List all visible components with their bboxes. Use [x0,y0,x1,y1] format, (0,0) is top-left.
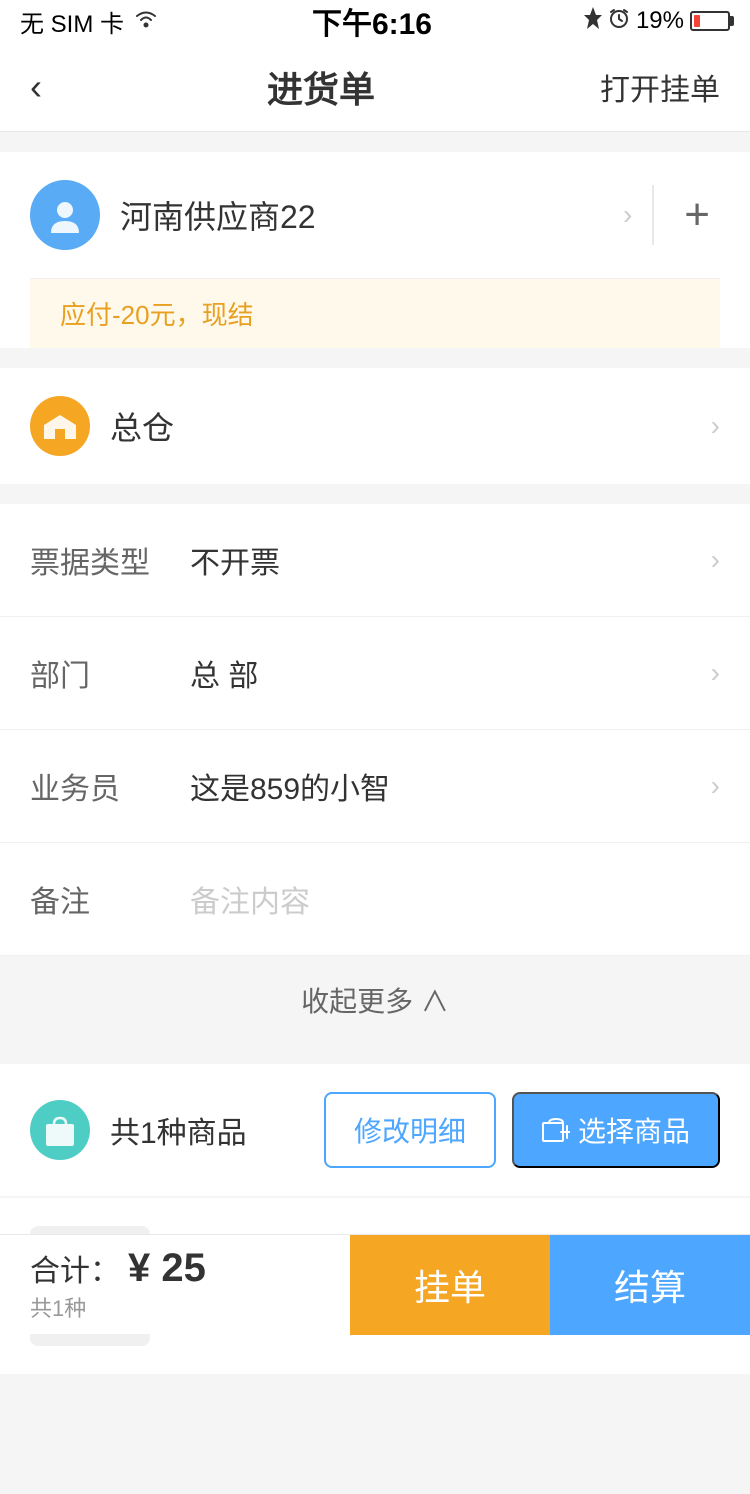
dept-label: 部门 [30,651,170,695]
dept-row[interactable]: 部门 总 部 › [0,617,750,730]
battery-percent: 19% [636,7,684,35]
sales-row[interactable]: 业务员 这是859的小智 › [0,730,750,843]
total-label: 合计： [30,1246,120,1290]
back-button[interactable]: ‹ [30,66,42,108]
supplier-avatar [30,180,100,250]
warehouse-chevron-icon: › [711,410,720,442]
warehouse-name: 总仓 [110,403,711,449]
page-title: 进货单 [267,61,375,113]
sales-value: 这是859的小智 [170,764,711,808]
sales-label: 业务员 [30,764,170,808]
bottom-bar: 合计： ¥ 25 共1种 挂单 结算 [0,1234,750,1334]
invoice-label: 票据类型 [30,538,170,582]
nav-bar: ‹ 进货单 打开挂单 [0,42,750,132]
warehouse-icon [30,396,90,456]
status-left: 无 SIM 卡 [20,4,160,39]
warehouse-row[interactable]: 总仓 › [30,368,720,484]
product-icon [30,1100,90,1160]
location-icon [584,7,602,36]
invoice-chevron-icon: › [711,544,720,576]
invoice-value: 不开票 [170,538,711,582]
total-main: 合计： ¥ 25 [30,1246,320,1291]
dept-value: 总 部 [170,651,711,695]
notification-bar: 应付-20元，现结 [30,279,720,348]
total-amount: ¥ 25 [128,1246,206,1291]
collapse-text: 收起更多 ∧ [301,980,449,1020]
warehouse-section: 总仓 › [0,368,750,484]
status-bar: 无 SIM 卡 下午6:16 19% [0,0,750,42]
supplier-chevron-icon: › [623,199,632,231]
invoice-row[interactable]: 票据类型 不开票 › [0,504,750,617]
total-sub: 共1种 [30,1291,320,1323]
bottom-spacer [0,1374,750,1494]
status-right: 19% [584,7,730,36]
supplier-divider [652,185,654,245]
alarm-icon [608,7,630,36]
supplier-row[interactable]: 河南供应商22 › + [30,152,720,279]
product-header: 共1种商品 修改明细 选择商品 [0,1064,750,1196]
product-count: 共1种商品 [110,1108,324,1152]
dept-chevron-icon: › [711,657,720,689]
battery-icon [690,11,730,31]
open-pending-button[interactable]: 打开挂单 [600,65,720,109]
add-button[interactable]: + [674,190,720,240]
supplier-name: 河南供应商22 [120,192,623,238]
edit-detail-button[interactable]: 修改明细 [324,1092,496,1168]
sales-chevron-icon: › [711,770,720,802]
status-time: 下午6:16 [312,0,432,43]
supplier-section: 河南供应商22 › + 应付-20元，现结 [0,152,750,348]
collapse-button[interactable]: 收起更多 ∧ [0,956,750,1044]
remark-placeholder: 备注内容 [170,877,720,921]
remark-row[interactable]: 备注 备注内容 [0,843,750,956]
remark-label: 备注 [30,877,170,921]
select-product-button[interactable]: 选择商品 [512,1092,720,1168]
pend-button[interactable]: 挂单 [350,1235,550,1335]
notification-text: 应付-20元，现结 [60,300,254,330]
settle-button[interactable]: 结算 [550,1235,750,1335]
total-section: 合计： ¥ 25 共1种 [0,1246,350,1323]
select-product-label: 选择商品 [578,1110,690,1150]
wifi-icon [132,7,160,35]
form-section: 票据类型 不开票 › 部门 总 部 › 业务员 这是859的小智 › 备注 备注… [0,504,750,956]
no-sim-text: 无 SIM 卡 [20,4,124,39]
